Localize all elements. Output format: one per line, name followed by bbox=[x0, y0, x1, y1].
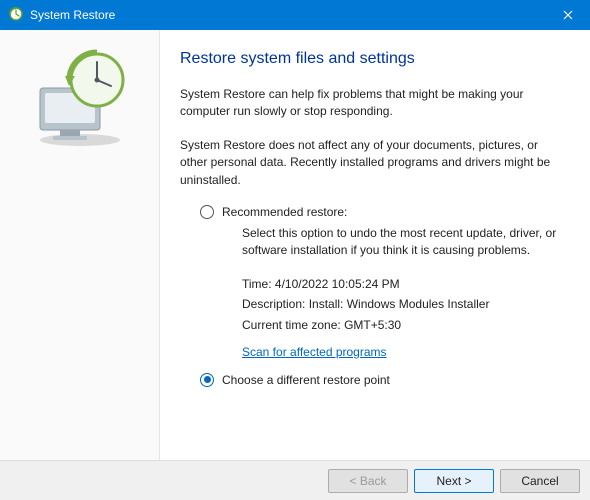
timezone-value: GMT+5:30 bbox=[344, 318, 401, 332]
system-restore-icon bbox=[8, 6, 24, 25]
restore-point-details: Time: 4/10/2022 10:05:24 PM Description:… bbox=[242, 274, 562, 335]
recommended-label: Recommended restore: bbox=[222, 205, 347, 219]
description-label: Description: bbox=[242, 297, 305, 311]
description-row: Description: Install: Windows Modules In… bbox=[242, 294, 562, 314]
wizard-footer: < Back Next > Cancel bbox=[0, 460, 590, 500]
back-button: < Back bbox=[328, 469, 408, 493]
intro-paragraph-2: System Restore does not affect any of yo… bbox=[180, 137, 562, 189]
recommended-restore-option[interactable]: Recommended restore: bbox=[200, 205, 562, 219]
time-row: Time: 4/10/2022 10:05:24 PM bbox=[242, 274, 562, 294]
different-restore-point-option[interactable]: Choose a different restore point bbox=[200, 373, 562, 387]
page-heading: Restore system files and settings bbox=[180, 50, 562, 68]
intro-paragraph-1: System Restore can help fix problems tha… bbox=[180, 86, 562, 121]
description-value: Install: Windows Modules Installer bbox=[309, 297, 490, 311]
content-area: Restore system files and settings System… bbox=[160, 30, 590, 460]
radio-selected-icon bbox=[200, 373, 214, 387]
restore-illustration-icon bbox=[25, 48, 135, 151]
next-button[interactable]: Next > bbox=[414, 469, 494, 493]
recommended-description: Select this option to undo the most rece… bbox=[242, 225, 562, 260]
different-label: Choose a different restore point bbox=[222, 373, 390, 387]
wizard-body: Restore system files and settings System… bbox=[0, 30, 590, 460]
window-title: System Restore bbox=[30, 8, 545, 22]
restore-options: Recommended restore: Select this option … bbox=[180, 205, 562, 387]
radio-unselected-icon bbox=[200, 205, 214, 219]
scan-affected-programs-link[interactable]: Scan for affected programs bbox=[242, 345, 387, 359]
cancel-button[interactable]: Cancel bbox=[500, 469, 580, 493]
timezone-label: Current time zone: bbox=[242, 318, 341, 332]
titlebar: System Restore bbox=[0, 0, 590, 30]
sidebar bbox=[0, 30, 160, 460]
time-value: 4/10/2022 10:05:24 PM bbox=[275, 277, 400, 291]
close-button[interactable] bbox=[545, 0, 590, 30]
time-label: Time: bbox=[242, 277, 272, 291]
timezone-row: Current time zone: GMT+5:30 bbox=[242, 315, 562, 335]
